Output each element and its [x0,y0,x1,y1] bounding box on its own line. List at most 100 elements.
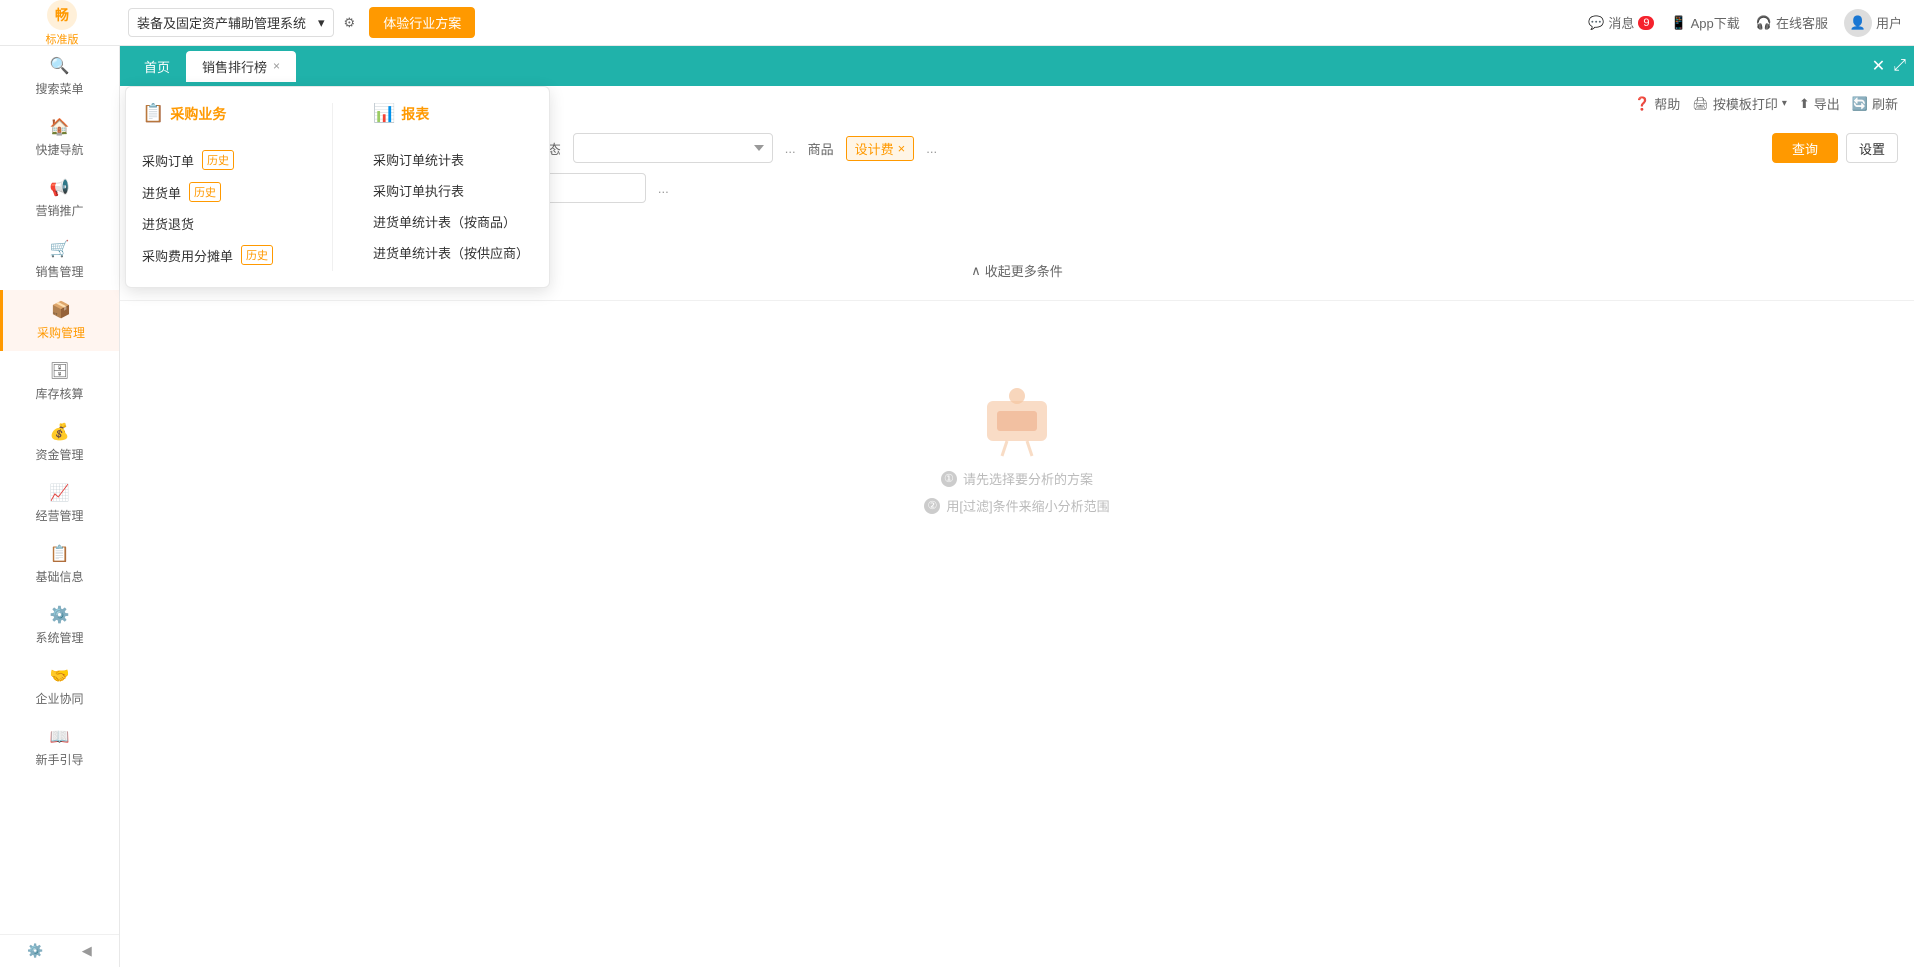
sidebar-item-inventory[interactable]: 🗄 库存核算 [0,351,119,412]
sidebar-label-inventory: 库存核算 [35,385,83,402]
system-icon: ⚙️ [50,605,70,625]
purchase-menu-item[interactable]: 进货退货 [142,208,292,239]
tab-home[interactable]: 首页 [128,51,186,82]
purchase-item-label: 进货退货 [142,214,194,233]
tab-bar: 首页 销售排行榜 × ✕ ⤢ [120,46,1914,86]
empty-hint-1-text: 请先选择要分析的方案 [963,469,1093,488]
report-items: 采购订单统计表 采购订单执行表 进货单统计表（按商品） 进货单统计表（按供应商） [373,144,533,268]
sidebar-item-purchase[interactable]: 📦 采购管理 [0,290,119,351]
tab-sales-label: 销售排行榜 [202,57,267,76]
tab-sales-ranking[interactable]: 销售排行榜 × [186,51,296,82]
export-button[interactable]: ⬆ 导出 [1799,94,1840,113]
messages-label: 消息 [1608,13,1634,32]
status-dots: ... [785,141,796,156]
query-button[interactable]: 查询 [1772,133,1838,163]
settings-gear-icon[interactable]: ⚙ [344,15,356,31]
section-divider [332,103,333,271]
sidebar-item-guide[interactable]: 📖 新手引导 [0,717,119,778]
logo-icon: 畅 [46,0,78,31]
empty-hint-2: ② 用[过滤]条件来缩小分析范围 [924,496,1109,515]
empty-illustration [967,381,1067,461]
goods-tag-text: 设计费 [855,139,894,158]
sidebar-item-enterprise[interactable]: 🤝 企业协同 [0,656,119,717]
enterprise-icon: 🤝 [50,666,70,686]
operations-icon: 📈 [50,483,70,503]
print-label: 按模板打印 [1713,94,1778,113]
tab-home-label: 首页 [144,57,170,76]
messages-badge: 9 [1638,16,1654,30]
finance-icon: 💰 [50,422,70,442]
help-icon: ❓ [1634,96,1650,112]
tab-fullscreen-button[interactable]: ⤢ [1893,56,1906,76]
purchase-item-label: 采购费用分摊单 [142,246,233,265]
app-layout: 畅 标准版 装备及固定资产辅助管理系统 ▾ ⚙ 体验行业方案 💬 消息 9 📱 … [0,0,1914,967]
purchase-menu-item[interactable]: 进货单 历史 [142,176,292,208]
sidebar-item-finance[interactable]: 💰 资金管理 [0,412,119,473]
online-service-button[interactable]: 🎧 在线客服 [1756,13,1828,32]
marketing-icon: 📢 [50,178,70,198]
sidebar-items: 🔍 搜索菜单 🏠 快捷导航 📢 营销推广 🛒 销售管理 📦 采购管理 🗄 库存核… [0,46,119,778]
messages-button[interactable]: 💬 消息 9 [1588,13,1654,32]
empty-hint-2-text: 用[过滤]条件来缩小分析范围 [946,496,1109,515]
system-title-dropdown[interactable]: 装备及固定资产辅助管理系统 ▾ [128,8,334,37]
history-badge: 历史 [202,150,234,170]
print-icon: 🖨 [1692,96,1709,112]
report-menu-item[interactable]: 采购订单统计表 [373,144,533,175]
purchase-menu-item[interactable]: 采购订单 历史 [142,144,292,176]
refresh-button[interactable]: 🔄 刷新 [1852,94,1898,113]
sidebar: 🔍 搜索菜单 🏠 快捷导航 📢 营销推广 🛒 销售管理 📦 采购管理 🗄 库存核… [0,46,120,967]
export-label: 导出 [1814,94,1840,113]
industry-button[interactable]: 体验行业方案 [369,7,475,38]
sidebar-label-system: 系统管理 [35,629,83,646]
purchase-menu-item[interactable]: 采购费用分摊单 历史 [142,239,292,271]
system-title: 装备及固定资产辅助管理系统 [137,13,306,32]
user-menu-button[interactable]: 👤 用户 [1844,9,1902,37]
goods-tag: 设计费 × [846,136,915,161]
report-item-label: 采购订单执行表 [373,181,464,200]
sidebar-label-guide: 新手引导 [35,751,83,768]
app-download-button[interactable]: 📱 App下载 [1670,13,1739,32]
sidebar-item-marketing[interactable]: 📢 营销推广 [0,168,119,229]
sidebar-label-purchase: 采购管理 [37,324,85,341]
purchase-section-label: 采购业务 [170,104,226,124]
sidebar-item-basic[interactable]: 📋 基础信息 [0,534,119,595]
sidebar-label-quicknav: 快捷导航 [35,141,83,158]
dropdown-arrow-icon: ▾ [318,15,325,31]
goods-label: 商品 [808,139,834,158]
guide-icon: 📖 [50,727,70,747]
sidebar-item-system[interactable]: ⚙️ 系统管理 [0,595,119,656]
report-menu-item[interactable]: 采购订单执行表 [373,175,533,206]
tab-close-icon[interactable]: × [273,59,280,73]
history-badge: 历史 [189,182,221,202]
purchase-section: 📋 采购业务 采购订单 历史 进货单 历史 进货退货 采购费用分摊单 历史 [142,103,292,271]
report-item-label: 进货单统计表（按供应商） [373,243,529,262]
sales-icon: 🛒 [50,239,70,259]
purchase-section-icon: 📋 [142,103,164,124]
app-download-label: App下载 [1691,13,1740,32]
collapse-up-icon: ∧ [971,263,981,279]
tab-close-button[interactable]: ✕ [1872,56,1885,76]
report-menu-item[interactable]: 进货单统计表（按商品） [373,206,533,237]
sidebar-item-quicknav[interactable]: 🏠 快捷导航 [0,107,119,168]
help-button[interactable]: ❓ 帮助 [1634,94,1680,113]
sidebar-item-search[interactable]: 🔍 搜索菜单 [0,46,119,107]
print-button[interactable]: 🖨 按模板打印 ▾ [1692,94,1787,113]
goods-tag-close-icon[interactable]: × [898,141,906,156]
report-item-label: 进货单统计表（按商品） [373,212,516,231]
sidebar-collapse-icon[interactable]: ◀ [82,943,92,959]
sidebar-item-operations[interactable]: 📈 经营管理 [0,473,119,534]
sidebar-item-sales[interactable]: 🛒 销售管理 [0,229,119,290]
collapse-label: 收起更多条件 [985,261,1063,280]
purchase-items: 采购订单 历史 进货单 历史 进货退货 采购费用分摊单 历史 [142,144,292,271]
online-service-label: 在线客服 [1776,13,1828,32]
sidebar-label-sales: 销售管理 [35,263,83,280]
status-select[interactable] [573,133,773,163]
sidebar-bottom: ⚙️ ◀ [0,934,119,967]
inventory-icon: 🗄 [49,361,69,381]
settings-button[interactable]: 设置 [1846,133,1898,163]
report-section-title: 📊 报表 [373,103,533,132]
report-section: 📊 报表 采购订单统计表 采购订单执行表 进货单统计表（按商品） 进货单统计表（… [373,103,533,271]
sidebar-settings-icon[interactable]: ⚙️ [27,943,43,959]
report-menu-item[interactable]: 进货单统计表（按供应商） [373,237,533,268]
svg-text:畅: 畅 [55,7,69,23]
